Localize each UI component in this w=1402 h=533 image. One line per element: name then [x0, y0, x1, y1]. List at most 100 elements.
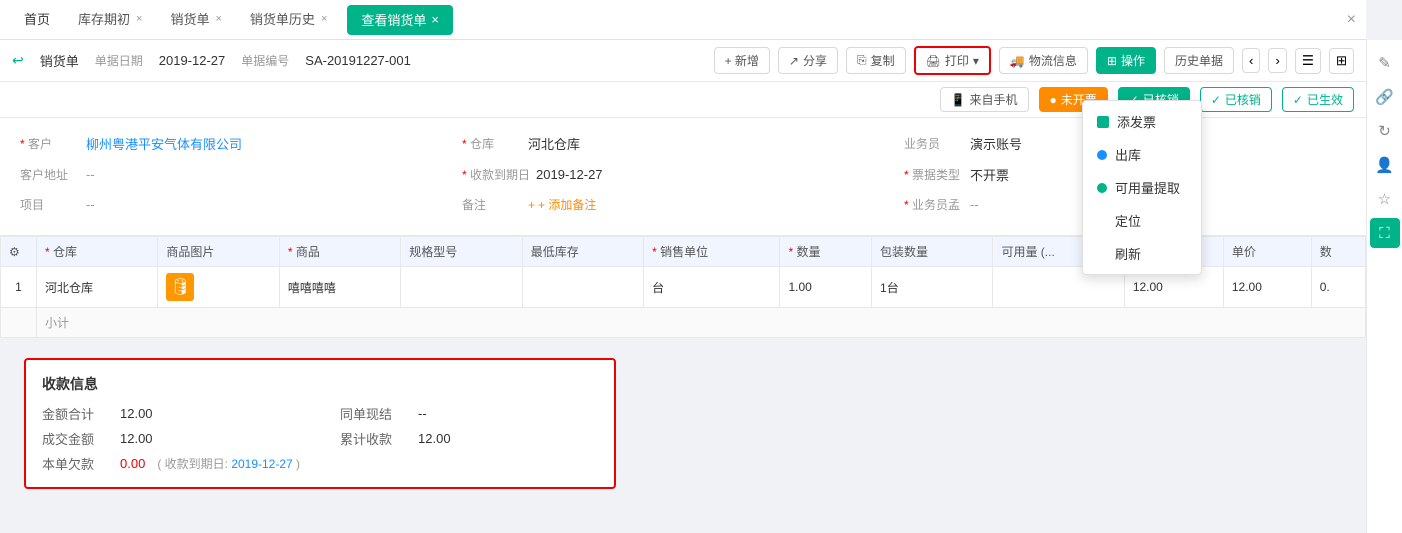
customer-value[interactable]: 柳州粤港平安气体有限公司 — [86, 134, 242, 153]
view-grid-button[interactable]: ⊞ — [1329, 48, 1354, 74]
warehouse-value: 河北仓库 — [528, 134, 580, 153]
sold-icon: ✓ — [1211, 93, 1221, 107]
row-min-stock — [522, 267, 643, 308]
warehouse-label: 仓库 — [462, 135, 522, 152]
project-value: -- — [86, 197, 95, 212]
payment-deal-amount: 成交金额 12.00 — [42, 429, 300, 448]
print-button[interactable]: 🖨 打印 ▾ — [914, 46, 991, 75]
payment-title: 收款信息 — [42, 374, 598, 394]
payment-due-label: 本单欠款 — [42, 454, 112, 473]
logistics-button[interactable]: 🚚 物流信息 — [999, 47, 1088, 74]
effect-button[interactable]: ✓ 已生效 — [1282, 87, 1354, 112]
add-note-icon: + — [528, 198, 535, 212]
view-list-button[interactable]: ☰ — [1295, 48, 1321, 74]
row-warehouse: 河北仓库 — [37, 267, 158, 308]
payment-total-label: 金额合计 — [42, 404, 112, 423]
history-button[interactable]: 历史单据 — [1164, 47, 1234, 74]
tab-sales-label: 销货单 — [170, 9, 209, 28]
payment-due: 本单欠款 0.00 ( 收款到期日: 2019-12-27 ) — [42, 454, 300, 473]
doc-type-icon: ↩ — [12, 52, 24, 69]
menu-available-qty[interactable]: 可用量提取 — [1083, 171, 1201, 204]
tab-home-label: 首页 — [24, 9, 50, 28]
th-unit-price: 单价 — [1223, 237, 1311, 267]
payment-grid: 金额合计 12.00 同单现结 -- 成交金额 12.00 累计收款 12.00… — [42, 404, 598, 473]
payment-same-order-value: -- — [418, 406, 427, 421]
tab-history[interactable]: 销货单历史 × — [236, 0, 341, 40]
row-spec — [401, 267, 522, 308]
subtotal-label: 小计 — [37, 308, 1366, 338]
tab-inventory[interactable]: 库存期初 × — [64, 0, 156, 40]
tab-sales[interactable]: 销货单 × — [156, 0, 235, 40]
note-label: 备注 — [462, 196, 522, 213]
effect-button-label: 已生效 — [1307, 91, 1343, 108]
payment-date-value: 2019-12-27 — [536, 167, 603, 182]
row-quantity: 1.00 — [780, 267, 872, 308]
nav-next-button[interactable]: › — [1268, 48, 1286, 73]
menu-add-invoice[interactable]: 添发票 — [1083, 105, 1201, 138]
payment-total-value: 12.00 — [120, 406, 153, 421]
refresh-label: 刷新 — [1115, 244, 1141, 263]
payment-deal-value: 12.00 — [120, 431, 153, 446]
window-close-button[interactable]: × — [1347, 11, 1356, 29]
staff-label: 业务员 — [904, 135, 964, 152]
tab-home[interactable]: 首页 — [10, 0, 64, 40]
right-user-icon[interactable]: 👤 — [1370, 150, 1400, 180]
tab-sales-close[interactable]: × — [215, 13, 221, 25]
th-settings[interactable]: ⚙ — [1, 237, 37, 267]
tab-inventory-close[interactable]: × — [136, 13, 142, 25]
nav-prev-button[interactable]: ‹ — [1242, 48, 1260, 73]
right-refresh-icon[interactable]: ↻ — [1370, 116, 1400, 146]
new-button-label: + 新增 — [725, 52, 759, 69]
payment-cumulative-label: 累计收款 — [340, 429, 410, 448]
right-panel: ✎ 🔗 ↻ 👤 ☆ ⛶ — [1366, 40, 1402, 533]
logistics-button-label: 物流信息 — [1029, 52, 1077, 69]
right-link-icon[interactable]: 🔗 — [1370, 82, 1400, 112]
tab-view-sales[interactable]: 查看销货单 × — [347, 5, 453, 35]
menu-refresh[interactable]: 刷新 — [1083, 237, 1201, 270]
tab-bar: 首页 库存期初 × 销货单 × 销货单历史 × 查看销货单 × × — [0, 0, 1366, 40]
project-label: 项目 — [20, 196, 80, 213]
phone-button-label: 来自手机 — [969, 91, 1017, 108]
th-product: * 商品 — [279, 237, 400, 267]
add-invoice-label: 添发票 — [1117, 112, 1156, 131]
operate-icon: ⊞ — [1107, 54, 1117, 68]
toolbar-actions: + 新增 ↗ 分享 ⎘ 复制 🖨 打印 ▾ 🚚 物流信息 ⊞ 操作 — [714, 46, 1354, 75]
warehouse-field: 仓库 河北仓库 — [462, 134, 904, 153]
logistics-icon: 🚚 — [1010, 54, 1025, 68]
ticket-type-value: 不开票 — [970, 165, 1009, 184]
menu-locate[interactable]: 定位 — [1083, 204, 1201, 237]
sales-staff-label: 业务员孟 — [904, 196, 964, 213]
tab-view-sales-close[interactable]: × — [431, 12, 439, 27]
add-note-button[interactable]: + + 添加备注 — [528, 196, 596, 213]
address-label: 客户地址 — [20, 166, 80, 183]
address-field: 客户地址 -- — [20, 166, 462, 183]
product-image: 🛢 — [166, 273, 194, 301]
share-button[interactable]: ↗ 分享 — [778, 47, 838, 74]
th-image: 商品图片 — [158, 237, 279, 267]
operation-dropdown: 添发票 出库 可用量提取 定位 刷新 — [1082, 100, 1202, 275]
payment-same-order-label: 同单现结 — [340, 404, 410, 423]
th-pack-qty: 包装数量 — [872, 237, 993, 267]
sold-button-label: 已核销 — [1225, 91, 1261, 108]
new-button[interactable]: + 新增 — [714, 47, 770, 74]
phone-button[interactable]: 📱 来自手机 — [940, 87, 1029, 112]
payment-due-note: ( 收款到期日: 2019-12-27 ) — [157, 455, 300, 472]
document-toolbar: ↩ 销货单 单据日期 2019-12-27 单据编号 SA-20191227-0… — [0, 40, 1366, 82]
print-icon: 🖨 — [926, 54, 941, 68]
payment-cumulative-value: 12.00 — [418, 431, 451, 446]
right-star-icon[interactable]: ☆ — [1370, 184, 1400, 214]
row-image: 🛢 — [158, 267, 279, 308]
available-qty-label: 可用量提取 — [1115, 178, 1180, 197]
right-edit-icon[interactable]: ✎ — [1370, 48, 1400, 78]
tab-history-close[interactable]: × — [321, 13, 327, 25]
doc-number-value: SA-20191227-001 — [305, 53, 411, 68]
copy-button[interactable]: ⎘ 复制 — [846, 47, 906, 74]
menu-ship[interactable]: 出库 — [1083, 138, 1201, 171]
customer-field: 客户 柳州粤港平安气体有限公司 — [20, 134, 462, 153]
doc-date-label: 单据日期 — [95, 52, 143, 69]
effect-icon: ✓ — [1293, 93, 1303, 107]
payment-date-field: 收款到期日 2019-12-27 — [462, 166, 904, 183]
sold-button[interactable]: ✓ 已核销 — [1200, 87, 1272, 112]
operate-button[interactable]: ⊞ 操作 — [1096, 47, 1156, 74]
right-expand-icon[interactable]: ⛶ — [1370, 218, 1400, 248]
